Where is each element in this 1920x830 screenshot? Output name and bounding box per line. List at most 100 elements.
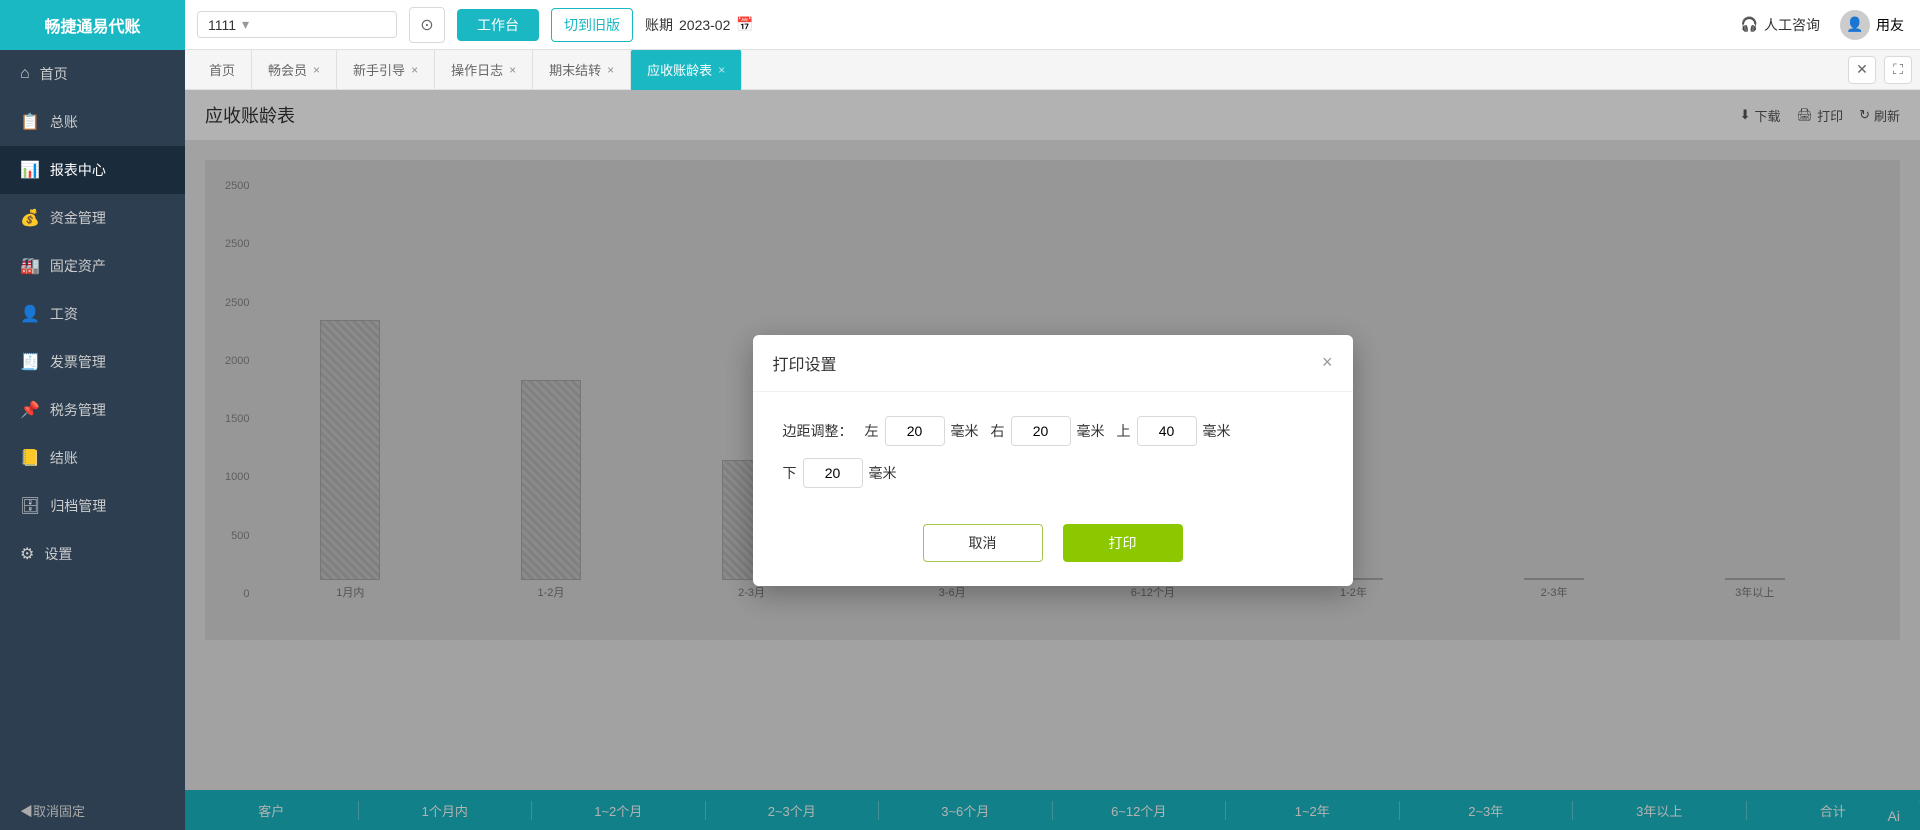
bottom-unit-label: 毫米 [869,463,897,483]
home-icon: ⌂ [20,65,30,83]
sidebar-item-home[interactable]: ⌂ 首页 [0,50,185,98]
tab-log-label: 操作日志 [451,60,503,79]
sidebar-label-invoice: 发票管理 [50,352,106,372]
close-all-button[interactable]: ✕ [1848,56,1876,84]
sidebar-label-tax: 税务管理 [50,400,106,420]
logo-area: 畅捷通易代账 [0,0,185,50]
sidebar-label-closing: 结账 [50,448,78,468]
company-select[interactable]: 1111 ▾ [197,11,397,38]
period-area: 账期 2023-02 📅 [645,15,754,35]
tab-member-close[interactable]: × [313,63,320,77]
bottom-margin-input[interactable] [803,458,863,488]
top-bar: 畅捷通易代账 1111 ▾ ⊙ 工作台 切到旧版 账期 2023-02 📅 🎧 … [0,0,1920,50]
dialog-close-button[interactable]: × [1322,352,1333,373]
sidebar-item-payroll[interactable]: 👤 工资 [0,290,185,338]
sidebar-item-reports[interactable]: 📊 报表中心 [0,146,185,194]
main-content: 首页 畅会员 × 新手引导 × 操作日志 × 期末结转 × 应收账龄表 × [185,50,1920,830]
right-margin-group: 右 毫米 [991,416,1105,446]
dialog-header: 打印设置 × [753,335,1353,392]
fixed-assets-icon: 🏭 [20,256,40,276]
tab-aging-close[interactable]: × [718,63,725,77]
consult-label: 人工咨询 [1764,15,1820,35]
sidebar-label-settings: 设置 [44,544,72,564]
period-label: 账期 [645,15,673,35]
dialog-footer: 取消 打印 [753,508,1353,586]
left-unit-label: 毫米 [951,421,979,441]
margin-row: 边距调整： 左 毫米 右 毫米 [783,416,1323,488]
sidebar: ⌂ 首页 📋 总账 📊 报表中心 💰 资金管理 🏭 固定资产 👤 工资 [0,50,185,830]
top-direction-label: 上 [1117,421,1131,441]
tab-guide-label: 新手引导 [353,60,405,79]
company-dropdown-icon: ▾ [242,16,249,33]
right-direction-label: 右 [991,421,1005,441]
tab-home-label: 首页 [209,60,235,79]
left-margin-input[interactable] [885,416,945,446]
margin-adjust-label: 边距调整： [783,421,853,441]
tab-guide[interactable]: 新手引导 × [337,50,435,90]
sidebar-item-fixed-assets[interactable]: 🏭 固定资产 [0,242,185,290]
tab-period-close[interactable]: × [607,63,614,77]
sidebar-label-ledger: 总账 [50,112,78,132]
tab-guide-close[interactable]: × [411,63,418,77]
user-area[interactable]: 👤 用友 [1840,10,1904,40]
sidebar-label-home: 首页 [40,64,68,84]
print-settings-dialog: 打印设置 × 边距调整： 左 毫米 右 [753,335,1353,586]
invoice-icon: 🧾 [20,352,40,372]
sidebar-item-tax[interactable]: 📌 税务管理 [0,386,185,434]
cancel-fixed-label: ◀取消固定 [20,801,85,820]
cancel-print-button[interactable]: 取消 [923,524,1043,562]
tab-log-close[interactable]: × [509,63,516,77]
sidebar-item-funds[interactable]: 💰 资金管理 [0,194,185,242]
dialog-body: 边距调整： 左 毫米 右 毫米 [753,392,1353,508]
dialog-overlay: 打印设置 × 边距调整： 左 毫米 右 [185,90,1920,830]
ledger-icon: 📋 [20,112,40,132]
tab-period-closing[interactable]: 期末结转 × [533,50,631,90]
switch-button[interactable]: 切到旧版 [551,8,633,42]
tab-aging-label: 应收账龄表 [647,60,712,79]
tab-actions: ✕ ⛶ [1848,56,1912,84]
top-unit-label: 毫米 [1203,421,1231,441]
sidebar-item-general-ledger[interactable]: 📋 总账 [0,98,185,146]
avatar: 👤 [1840,10,1870,40]
reports-icon: 📊 [20,160,40,180]
tab-log[interactable]: 操作日志 × [435,50,533,90]
bottom-direction-label: 下 [783,463,797,483]
bottom-margin-group: 下 毫米 [783,458,897,488]
confirm-print-button[interactable]: 打印 [1063,524,1183,562]
tab-member[interactable]: 畅会员 × [252,50,337,90]
sidebar-label-reports: 报表中心 [50,160,106,180]
sidebar-scroll: ⌂ 首页 📋 总账 📊 报表中心 💰 资金管理 🏭 固定资产 👤 工资 [0,50,185,791]
sidebar-label-fixed: 固定资产 [50,256,106,276]
dialog-title: 打印设置 [773,351,837,375]
tax-icon: 📌 [20,400,40,420]
tab-home[interactable]: 首页 [193,50,252,90]
layout: ⌂ 首页 📋 总账 📊 报表中心 💰 资金管理 🏭 固定资产 👤 工资 [0,50,1920,830]
copy-icon-btn[interactable]: ⊙ [409,7,445,43]
consult-area[interactable]: 🎧 人工咨询 [1741,15,1820,35]
right-unit-label: 毫米 [1077,421,1105,441]
page-area: 应收账龄表 ⬇ 下载 🖨 打印 ↻ 刷新 [185,90,1920,830]
right-margin-input[interactable] [1011,416,1071,446]
period-calendar-icon[interactable]: 📅 [736,16,753,33]
tab-member-label: 畅会员 [268,60,307,79]
left-direction-label: 左 [865,421,879,441]
archive-icon: 🗄 [20,496,40,516]
tab-aging[interactable]: 应收账龄表 × [631,50,742,90]
closing-icon: 📒 [20,448,40,468]
settings-icon: ⚙ [20,544,34,564]
sidebar-label-funds: 资金管理 [50,208,106,228]
sidebar-label-payroll: 工资 [50,304,78,324]
cancel-fixed-button[interactable]: ◀取消固定 [0,791,185,830]
sidebar-item-closing[interactable]: 📒 结账 [0,434,185,482]
company-name: 1111 [208,17,236,33]
sidebar-item-invoice[interactable]: 🧾 发票管理 [0,338,185,386]
top-margin-input[interactable] [1137,416,1197,446]
sidebar-item-settings[interactable]: ⚙ 设置 [0,530,185,578]
payroll-icon: 👤 [20,304,40,324]
sidebar-item-archive[interactable]: 🗄 归档管理 [0,482,185,530]
funds-icon: 💰 [20,208,40,228]
fullscreen-button[interactable]: ⛶ [1884,56,1912,84]
workbench-button[interactable]: 工作台 [457,9,539,41]
tabs-bar: 首页 畅会员 × 新手引导 × 操作日志 × 期末结转 × 应收账龄表 × [185,50,1920,90]
tab-period-label: 期末结转 [549,60,601,79]
